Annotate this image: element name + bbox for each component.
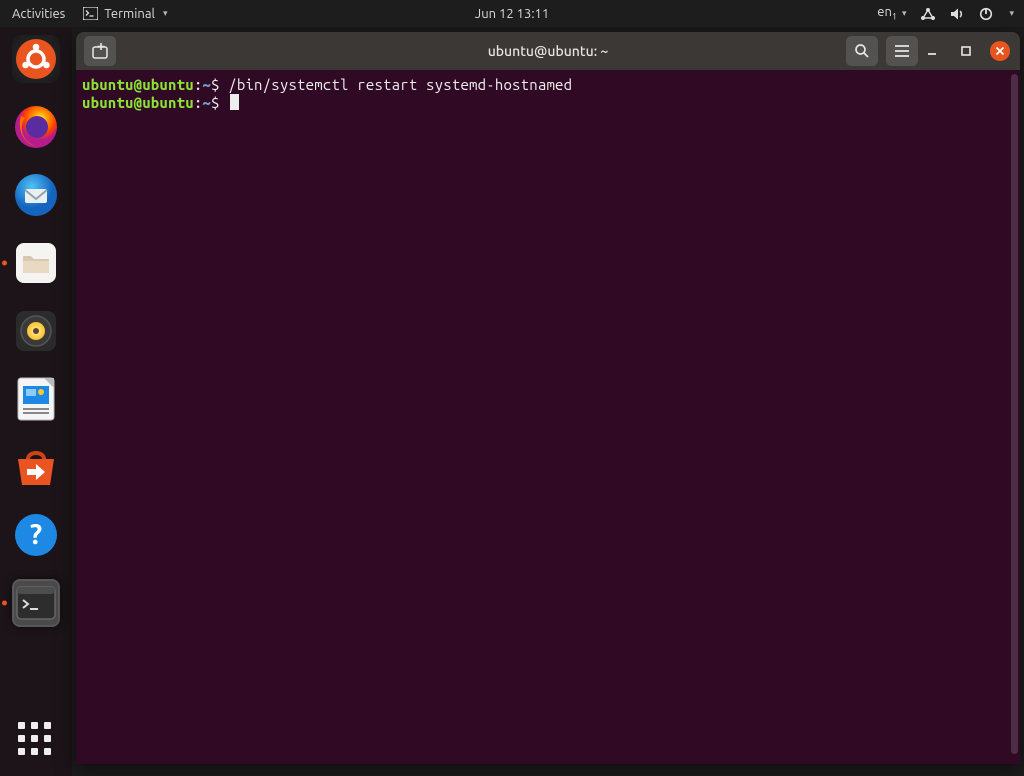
thunderbird-icon (13, 172, 59, 218)
prompt-path: ~ (202, 94, 211, 111)
files-icon (13, 240, 59, 286)
prompt-user: ubuntu@ubuntu (82, 76, 194, 93)
cursor (230, 94, 239, 110)
minimize-button[interactable] (922, 41, 942, 61)
system-menu-chevron-icon[interactable]: ▾ (1009, 8, 1014, 19)
prompt-symbol: $ (211, 94, 220, 111)
help-icon: ? (13, 512, 59, 558)
hamburger-icon (894, 44, 910, 58)
terminal-window: ubuntu@ubuntu: ~ ubuntu@ubuntu:~$ /bin/s… (76, 32, 1020, 764)
dock-item-firefox[interactable] (12, 103, 60, 151)
launcher-dock: ? (0, 27, 72, 776)
dock-item-software[interactable] (12, 443, 60, 491)
minimize-icon (926, 45, 938, 57)
prompt-path: ~ (202, 76, 211, 93)
libreoffice-writer-icon (14, 376, 58, 422)
input-source-label: en (877, 5, 892, 19)
app-menu[interactable]: Terminal ▾ (83, 7, 167, 21)
search-button[interactable] (846, 36, 878, 66)
chevron-down-icon: ▾ (163, 8, 168, 19)
chevron-down-icon: ▾ (902, 8, 907, 18)
maximize-button[interactable] (956, 41, 976, 61)
dock-item-thunderbird[interactable] (12, 171, 60, 219)
new-tab-button[interactable] (84, 36, 116, 66)
terminal-scrollbar[interactable] (1011, 74, 1018, 754)
top-bar: Activities Terminal ▾ Jun 12 13:11 en1 ▾… (0, 0, 1024, 27)
terminal-body[interactable]: ubuntu@ubuntu:~$ /bin/systemctl restart … (76, 70, 1020, 764)
dock-item-rhythmbox[interactable] (12, 307, 60, 355)
hamburger-menu-button[interactable] (886, 36, 918, 66)
activities-button[interactable]: Activities (12, 7, 65, 21)
volume-icon[interactable] (950, 7, 965, 21)
close-icon (994, 45, 1006, 57)
prompt-user: ubuntu@ubuntu (82, 94, 194, 111)
svg-text:?: ? (30, 519, 42, 550)
dock-item-help[interactable]: ? (12, 511, 60, 559)
new-tab-icon (91, 43, 109, 59)
network-icon[interactable] (920, 7, 936, 21)
running-indicator-icon (2, 261, 7, 266)
show-applications-button[interactable] (18, 722, 52, 756)
input-source-indicator[interactable]: en1 ▾ (877, 5, 906, 22)
running-indicator-icon (2, 601, 7, 606)
dock-item-writer[interactable] (12, 375, 60, 423)
window-titlebar[interactable]: ubuntu@ubuntu: ~ (76, 32, 1020, 70)
prompt-symbol: $ (211, 76, 220, 93)
app-menu-label: Terminal (104, 7, 155, 21)
terminal-icon (16, 586, 56, 620)
ubuntu-software-icon (13, 445, 59, 489)
firefox-icon (13, 104, 59, 150)
rhythmbox-icon (13, 308, 59, 354)
window-title: ubuntu@ubuntu: ~ (488, 43, 609, 59)
dock-item-terminal[interactable] (12, 579, 60, 627)
clock[interactable]: Jun 12 13:11 (475, 7, 549, 21)
search-icon (854, 43, 870, 59)
terminal-line: ubuntu@ubuntu:~$ /bin/systemctl restart … (82, 76, 1014, 94)
ubuntu-icon (14, 37, 58, 81)
close-button[interactable] (990, 41, 1010, 61)
power-icon[interactable] (979, 7, 993, 21)
terminal-icon (83, 7, 98, 20)
command-text: /bin/systemctl restart systemd-hostnamed (228, 76, 572, 93)
terminal-line: ubuntu@ubuntu:~$ (82, 94, 1014, 112)
dock-item-files[interactable] (12, 239, 60, 287)
dock-item-ubuntu[interactable] (12, 35, 60, 83)
maximize-icon (960, 45, 972, 57)
